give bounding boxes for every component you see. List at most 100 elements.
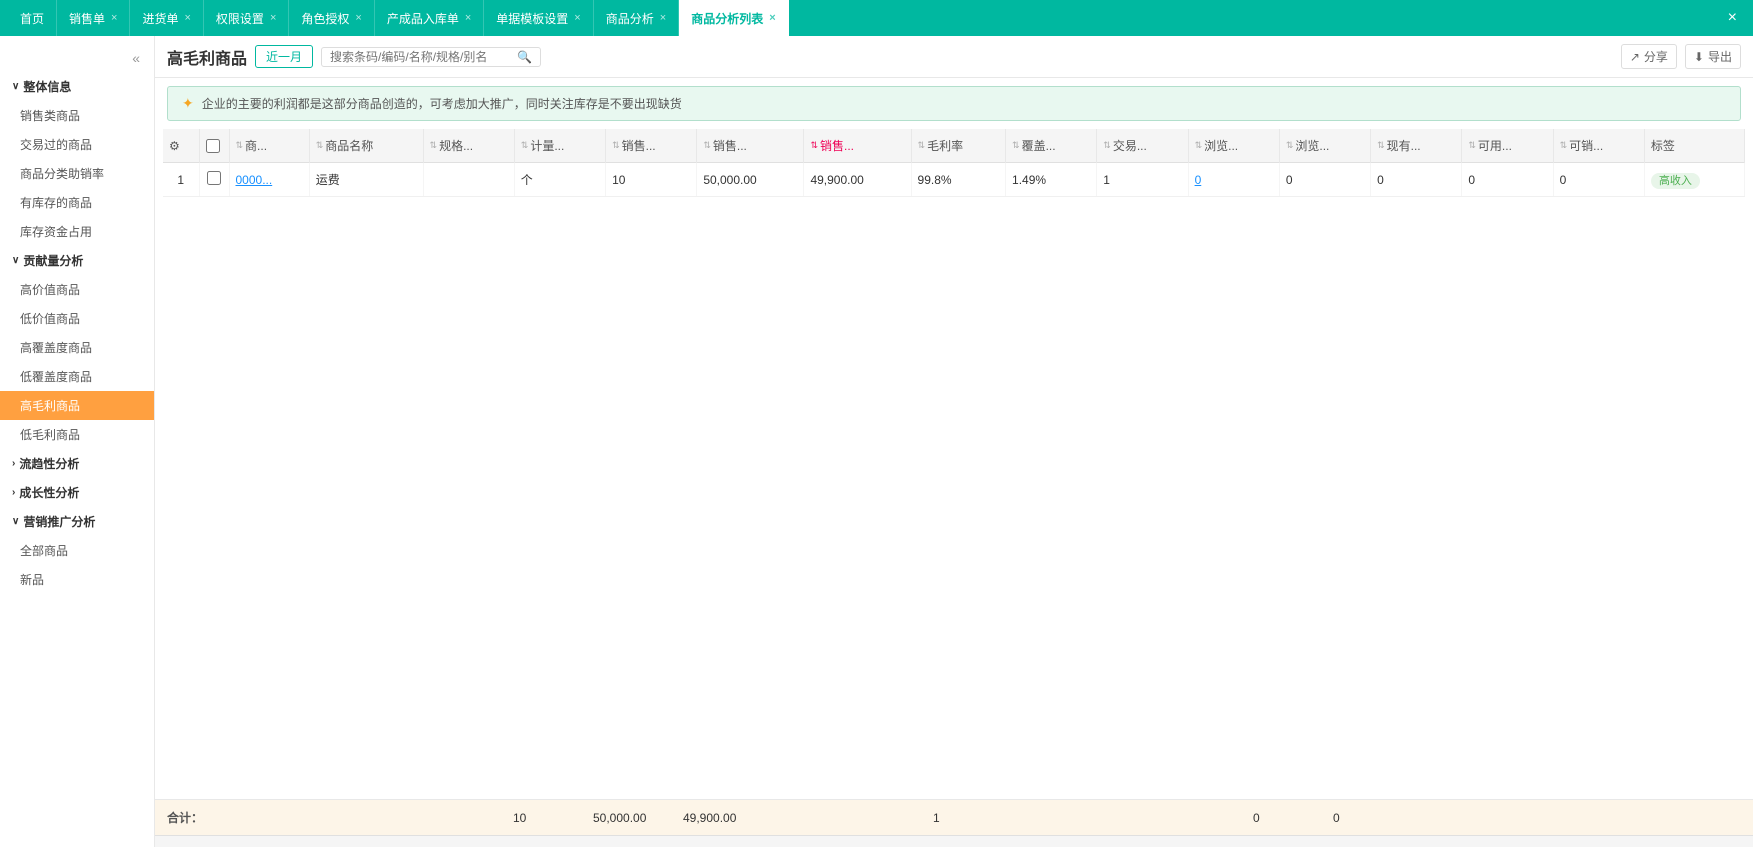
nav-tab-home[interactable]: 首页 — [8, 0, 57, 36]
sidebar-group-marketing[interactable]: ∨ 营销推广分析 — [0, 507, 154, 536]
goods-table: ⚙ ⇅ 商... ⇅ — [163, 129, 1745, 197]
sidebar-item-new-goods[interactable]: 新品 — [0, 565, 154, 594]
footer-label: 合计： — [167, 809, 227, 826]
close-icon[interactable]: × — [769, 12, 775, 24]
nav-tab-role[interactable]: 角色授权 × — [289, 0, 374, 36]
sidebar-item-low-margin[interactable]: 低毛利商品 — [0, 420, 154, 449]
col-header-spec: ⇅ 规格... — [423, 129, 514, 163]
col-header-check — [199, 129, 229, 163]
cell-code[interactable]: 0000... — [229, 163, 309, 197]
close-icon[interactable]: × — [660, 12, 666, 24]
close-icon[interactable]: × — [111, 12, 117, 24]
col-header-browse2: ⇅ 浏览... — [1279, 129, 1370, 163]
col-header-sales-profit: ⇅ 销售... — [804, 129, 911, 163]
col-header-gross-margin: ⇅ 毛利率 — [911, 129, 1005, 163]
cell-spec — [423, 163, 514, 197]
sort-icon: ⇅ — [1195, 140, 1203, 151]
sidebar-item-all-goods[interactable]: 全部商品 — [0, 536, 154, 565]
col-header-browse1: ⇅ 浏览... — [1188, 129, 1279, 163]
nav-tab-product-in[interactable]: 产成品入库单 × — [375, 0, 484, 36]
cell-coverage: 1.49% — [1006, 163, 1097, 197]
sort-icon: ⇅ — [236, 140, 244, 151]
sidebar-item-stocked-goods[interactable]: 有库存的商品 — [0, 188, 154, 217]
close-icon[interactable]: × — [355, 12, 361, 24]
sidebar-item-category-rate[interactable]: 商品分类助销率 — [0, 159, 154, 188]
content-area: 高毛利商品 近一月 🔍 ↗ 分享 ⬇ 导出 ✦ 企业的主要的利润都是这部分商品创… — [155, 36, 1753, 847]
tag-badge: 高收入 — [1651, 173, 1700, 189]
sidebar-group-overall[interactable]: ∨ 整体信息 — [0, 72, 154, 101]
cell-unit: 个 — [514, 163, 605, 197]
cell-transaction: 1 — [1097, 163, 1188, 197]
sort-icon: ⇅ — [1103, 140, 1111, 151]
row-checkbox[interactable] — [207, 171, 221, 185]
sort-icon: ⇅ — [1377, 140, 1385, 151]
sort-icon: ⇅ — [612, 140, 620, 151]
sidebar-item-stock-capital[interactable]: 库存资金占用 — [0, 217, 154, 246]
cell-current: 0 — [1371, 163, 1462, 197]
nav-tab-template[interactable]: 单据模板设置 × — [484, 0, 593, 36]
nav-tab-permission[interactable]: 权限设置 × — [204, 0, 289, 36]
col-header-transaction: ⇅ 交易... — [1097, 129, 1188, 163]
sidebar-group-trend[interactable]: › 流趋性分析 — [0, 449, 154, 478]
search-input[interactable] — [330, 50, 517, 64]
chevron-down-icon: ∨ — [12, 255, 19, 266]
page-header: 高毛利商品 近一月 🔍 ↗ 分享 ⬇ 导出 — [155, 36, 1753, 78]
sidebar-item-traded-goods[interactable]: 交易过的商品 — [0, 130, 154, 159]
period-button[interactable]: 近一月 — [255, 45, 313, 68]
chevron-right-icon: › — [12, 458, 15, 469]
share-button[interactable]: ↗ 分享 — [1621, 44, 1677, 69]
footer-sales-profit: 49,900.00 — [677, 811, 767, 825]
sort-icon: ⇅ — [703, 140, 711, 151]
horizontal-scrollbar[interactable] — [155, 835, 1753, 847]
cell-available: 0 — [1462, 163, 1553, 197]
footer-transaction: 1 — [927, 811, 1007, 825]
sidebar-item-low-value[interactable]: 低价值商品 — [0, 304, 154, 333]
select-all-checkbox[interactable] — [206, 139, 220, 153]
col-header-current: ⇅ 现有... — [1371, 129, 1462, 163]
table-container[interactable]: ⚙ ⇅ 商... ⇅ — [155, 129, 1753, 799]
page-title: 高毛利商品 — [167, 45, 247, 69]
cell-browse2: 0 — [1279, 163, 1370, 197]
share-icon: ↗ — [1630, 50, 1640, 64]
cell-browse1[interactable]: 0 — [1188, 163, 1279, 197]
sidebar-group-growth[interactable]: › 成长性分析 — [0, 478, 154, 507]
close-icon[interactable]: × — [270, 12, 276, 24]
col-header-unit: ⇅ 计量... — [514, 129, 605, 163]
col-header-tag: 标签 — [1644, 129, 1744, 163]
nav-tab-purchase[interactable]: 进货单 × — [130, 0, 203, 36]
cell-saleable: 0 — [1553, 163, 1644, 197]
close-icon[interactable]: × — [184, 12, 190, 24]
col-header-name: ⇅ 商品名称 — [309, 129, 423, 163]
sidebar-collapse-button[interactable]: « — [126, 48, 146, 68]
sidebar-item-high-value[interactable]: 高价值商品 — [0, 275, 154, 304]
sidebar: « ∨ 整体信息 销售类商品 交易过的商品 商品分类助销率 有库存的商品 库存资… — [0, 36, 155, 847]
col-header-coverage: ⇅ 覆盖... — [1006, 129, 1097, 163]
search-icon[interactable]: 🔍 — [517, 50, 532, 64]
sort-icon: ⇅ — [316, 140, 324, 151]
sort-icon: ⇅ — [918, 140, 926, 151]
footer-sales-qty: 10 — [507, 811, 587, 825]
col-header-sales-amount: ⇅ 销售... — [697, 129, 804, 163]
close-icon[interactable]: × — [574, 12, 580, 24]
info-icon: ✦ — [182, 95, 194, 112]
settings-icon[interactable]: ⚙ — [169, 139, 180, 153]
sidebar-item-low-coverage[interactable]: 低覆盖度商品 — [0, 362, 154, 391]
sidebar-item-high-coverage[interactable]: 高覆盖度商品 — [0, 333, 154, 362]
chevron-down-icon: ∨ — [12, 81, 19, 92]
cell-sales-qty: 10 — [606, 163, 697, 197]
sidebar-item-sales-goods[interactable]: 销售类商品 — [0, 101, 154, 130]
nav-tab-analysis[interactable]: 商品分析 × — [594, 0, 679, 36]
nav-tab-sales[interactable]: 销售单 × — [57, 0, 130, 36]
footer-available2: 0 — [1327, 811, 1407, 825]
table-row: 1 0000... 运费 个 10 50,000.00 49,900.00 99… — [163, 163, 1745, 197]
sidebar-item-high-margin[interactable]: 高毛利商品 — [0, 391, 154, 420]
export-button[interactable]: ⬇ 导出 — [1685, 44, 1741, 69]
sort-icon: ⇅ — [1468, 140, 1476, 151]
nav-tab-analysis-list[interactable]: 商品分析列表 × — [679, 0, 788, 36]
search-box: 🔍 — [321, 47, 541, 67]
footer-available: 0 — [1247, 811, 1327, 825]
close-icon[interactable]: × — [465, 12, 471, 24]
sidebar-group-contribution[interactable]: ∨ 贡献量分析 — [0, 246, 154, 275]
window-close-button[interactable]: × — [1720, 9, 1745, 27]
table-footer: 合计： 10 50,000.00 49,900.00 1 0 0 — [155, 799, 1753, 835]
